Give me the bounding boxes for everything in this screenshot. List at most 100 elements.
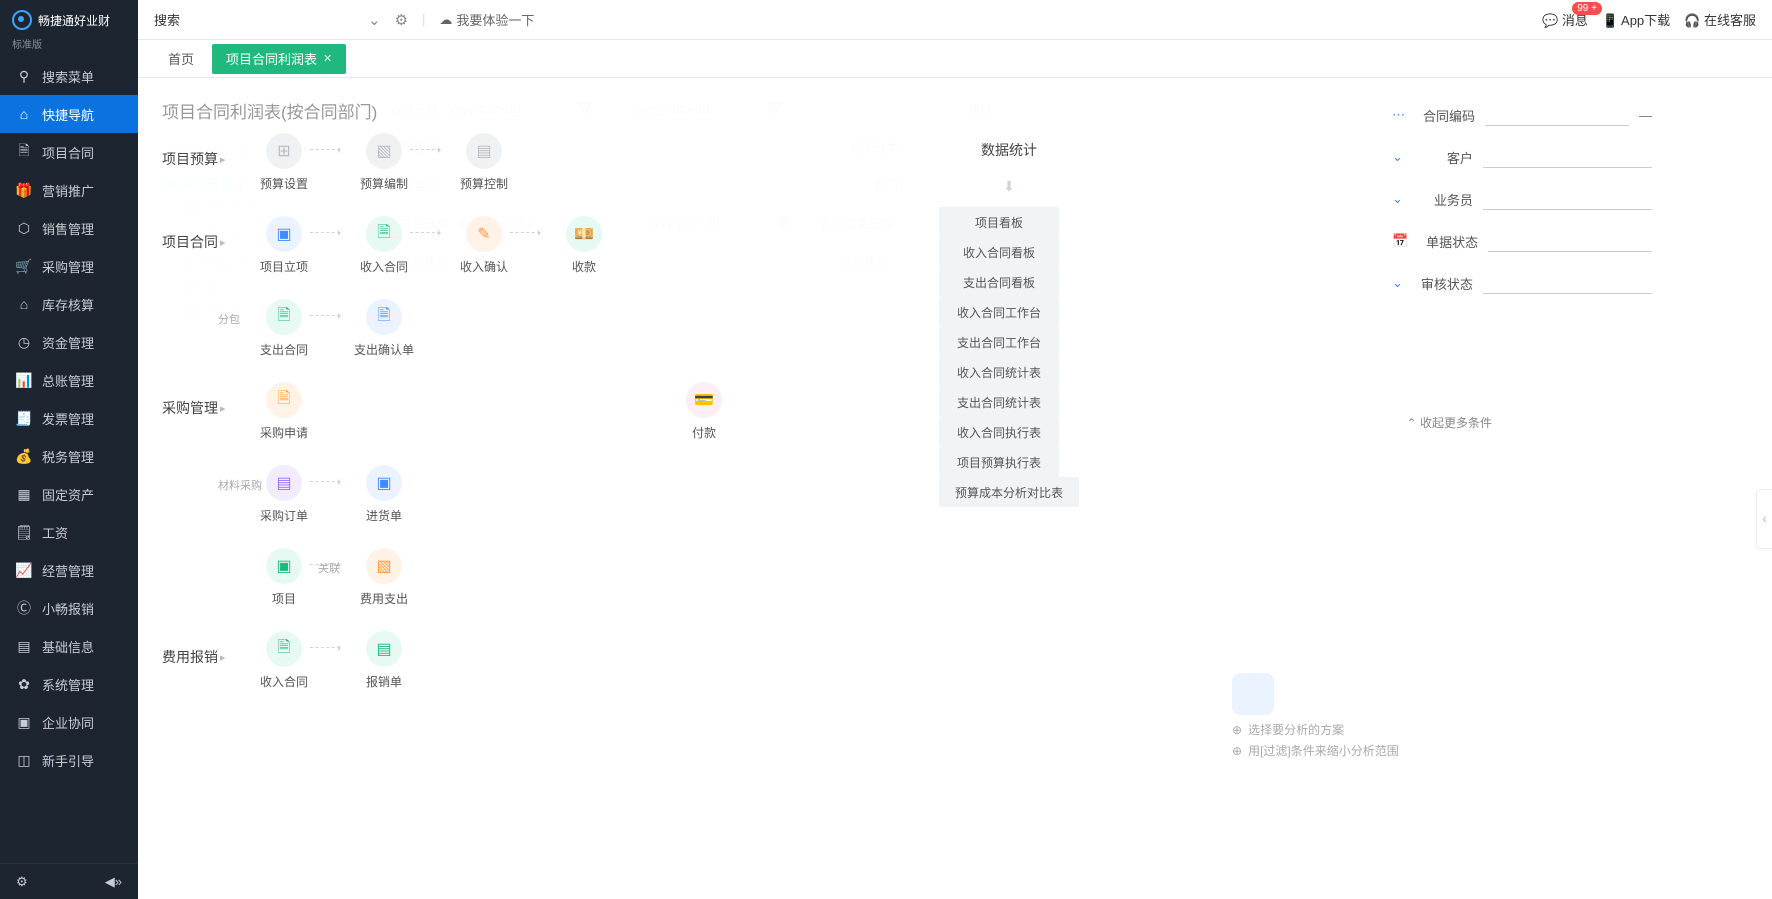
sidebar-item-5[interactable]: 🛒采购管理 xyxy=(0,247,138,285)
node-label: 报销单 xyxy=(366,673,402,690)
dashboard-link[interactable]: 支出合同看板 xyxy=(939,267,1059,297)
dashboard-link[interactable]: 收入合同看板 xyxy=(939,237,1059,267)
flow-node[interactable]: 材料采购▤采购订单 xyxy=(252,465,316,524)
sidebar-item-18[interactable]: ◫新手引导 xyxy=(0,741,138,779)
nav-icon: 📈 xyxy=(16,562,32,578)
arrow-icon xyxy=(410,149,440,150)
nav-icon: ⌂ xyxy=(16,296,32,312)
flow-node[interactable]: 🗎收入合同 xyxy=(252,631,316,690)
sidebar-item-7[interactable]: ◷资金管理 xyxy=(0,323,138,361)
flow-node[interactable]: 💳付款 xyxy=(672,382,736,441)
sidebar-item-14[interactable]: Ⓒ小畅报销 xyxy=(0,589,138,627)
dashboard-link[interactable]: 收入合同工作台 xyxy=(939,297,1059,327)
sidebar-item-16[interactable]: ✿系统管理 xyxy=(0,665,138,703)
sidebar-item-2[interactable]: 🗎项目合同 xyxy=(0,133,138,171)
expand-panel-button[interactable]: ‹ xyxy=(1756,489,1772,549)
flow-node[interactable]: 🗎 收入合同 xyxy=(352,216,416,275)
assistant-hint: ⊕选择要分析的方案 ⊕用[过滤]条件来缩小分析范围 xyxy=(1232,673,1492,759)
chevron-down-icon[interactable]: ⌄ xyxy=(1392,191,1403,207)
nav-icon: 📊 xyxy=(16,372,32,388)
gear-icon[interactable]: ⚙ xyxy=(395,11,408,29)
dashboard-link[interactable]: 项目看板 xyxy=(939,207,1059,237)
global-search[interactable] xyxy=(154,12,354,28)
try-experience-button[interactable]: ☁ 我要体验一下 xyxy=(439,10,534,29)
app-download-button[interactable]: 📱 App下载 xyxy=(1602,10,1670,29)
calendar-icon[interactable]: 📅 xyxy=(1392,233,1408,249)
flow-node[interactable]: ▤预算控制 xyxy=(452,133,516,192)
topbar: ⌄ ⚙ | ☁ 我要体验一下 💬 消息 99 + 📱 App下载 🎧 xyxy=(138,0,1772,40)
flow-node[interactable]: ▣项目立项 xyxy=(252,216,316,275)
dashboard-link[interactable]: 支出合同统计表 xyxy=(939,387,1059,417)
sidebar-footer: ⚙ ◀» xyxy=(0,863,138,899)
brand-logo: 畅捷通好业财 xyxy=(0,0,138,40)
salesman-input[interactable] xyxy=(1483,188,1652,210)
sidebar-item-1[interactable]: ⌂快捷导航 xyxy=(0,95,138,133)
flow-node[interactable]: ▣项目 xyxy=(252,548,316,607)
chevron-down-icon[interactable]: ⌄ xyxy=(368,11,381,29)
node-icon: 🗎 xyxy=(366,216,402,252)
nav-icon: ✿ xyxy=(16,676,32,692)
node-icon: ▧ xyxy=(366,548,402,584)
sidebar-item-12[interactable]: 🗒工资 xyxy=(0,513,138,551)
sidebar-item-17[interactable]: ▣企业协同 xyxy=(0,703,138,741)
nav-icon: ◫ xyxy=(16,752,32,768)
sidebar-item-8[interactable]: 📊总账管理 xyxy=(0,361,138,399)
settings-icon[interactable]: ⚙ xyxy=(16,874,28,890)
node-icon: 🗎 xyxy=(366,299,402,335)
arrow-icon xyxy=(310,481,340,482)
contract-code-input[interactable] xyxy=(1485,104,1629,126)
flow-node[interactable]: ✎收入确认 xyxy=(452,216,516,275)
arrow-icon xyxy=(310,149,340,150)
sidebar-item-9[interactable]: 🧾发票管理 xyxy=(0,399,138,437)
flow-node[interactable]: 分包🗎支出合同 xyxy=(252,299,316,358)
flow-node[interactable]: ▤报销单 xyxy=(352,631,416,690)
more-icon[interactable]: ⋯ xyxy=(1392,107,1405,123)
dashboard-link[interactable]: 项目预算执行表 xyxy=(939,447,1059,477)
tab-0[interactable]: 首页 xyxy=(154,44,208,74)
arrow-icon xyxy=(410,232,440,233)
tab-close-icon[interactable]: ✕ xyxy=(323,52,332,65)
flow-node[interactable]: 关联▧费用支出 xyxy=(352,548,416,607)
messages-button[interactable]: 💬 消息 99 + xyxy=(1542,10,1588,29)
sidebar-item-0[interactable]: ⚲搜索菜单 xyxy=(0,57,138,95)
node-icon: 🗎 xyxy=(266,382,302,418)
chevron-down-icon[interactable]: ⌄ xyxy=(1392,275,1403,291)
flow-section-label: 项目合同 ▸ xyxy=(162,216,252,252)
nav-icon: ▤ xyxy=(16,638,32,654)
flow-node[interactable]: ▣进货单 xyxy=(352,465,416,524)
dashboard-link[interactable]: 预算成本分析对比表 xyxy=(939,477,1079,507)
node-icon: ▣ xyxy=(266,548,302,584)
flow-node[interactable]: 🗎采购申请 xyxy=(252,382,316,441)
audit-status-input[interactable] xyxy=(1483,272,1652,294)
node-icon: ⊞ xyxy=(266,133,302,169)
dashboard-link[interactable]: 收入合同统计表 xyxy=(939,357,1059,387)
sidebar-item-3[interactable]: 🎁营销推广 xyxy=(0,171,138,209)
bill-status-input[interactable] xyxy=(1488,230,1652,252)
brand-edition: 标准版 xyxy=(0,36,138,51)
sidebar-item-15[interactable]: ▤基础信息 xyxy=(0,627,138,665)
sidebar-item-6[interactable]: ⌂库存核算 xyxy=(0,285,138,323)
node-label: 费用支出 xyxy=(360,590,408,607)
nav-icon: ◷ xyxy=(16,334,32,350)
flow-node[interactable]: 🗎支出确认单 xyxy=(352,299,416,358)
collapse-more-link[interactable]: ⌃ 收起更多条件 xyxy=(1407,414,1492,431)
node-label: 收入合同 xyxy=(360,258,408,275)
sidebar-item-4[interactable]: ⬡销售管理 xyxy=(0,209,138,247)
online-service-button[interactable]: 🎧 在线客服 xyxy=(1684,10,1756,29)
flow-node[interactable]: ▧预算编制 xyxy=(352,133,416,192)
assistant-icon xyxy=(1232,673,1274,715)
search-input[interactable] xyxy=(154,12,354,27)
sidebar-item-13[interactable]: 📈经营管理 xyxy=(0,551,138,589)
flow-node[interactable]: ⊞预算设置 xyxy=(252,133,316,192)
sidebar-item-10[interactable]: 💰税务管理 xyxy=(0,437,138,475)
collapse-sidebar-icon[interactable]: ◀» xyxy=(105,874,122,890)
sidebar-item-11[interactable]: ▦固定资产 xyxy=(0,475,138,513)
try-label: 我要体验一下 xyxy=(456,10,534,29)
dashboard-link[interactable]: 支出合同工作台 xyxy=(939,327,1059,357)
tab-1[interactable]: 项目合同利润表✕ xyxy=(212,44,346,74)
content-area: 按统计方案过滤 ◉按合同部门▢按合同业务员▢按项目分类▢按项目部门▢按合同▢按合… xyxy=(138,78,1772,899)
flow-node[interactable]: 💴收款 xyxy=(552,216,616,275)
customer-input[interactable] xyxy=(1483,146,1652,168)
chevron-down-icon[interactable]: ⌄ xyxy=(1392,149,1403,165)
dashboard-link[interactable]: 收入合同执行表 xyxy=(939,417,1059,447)
